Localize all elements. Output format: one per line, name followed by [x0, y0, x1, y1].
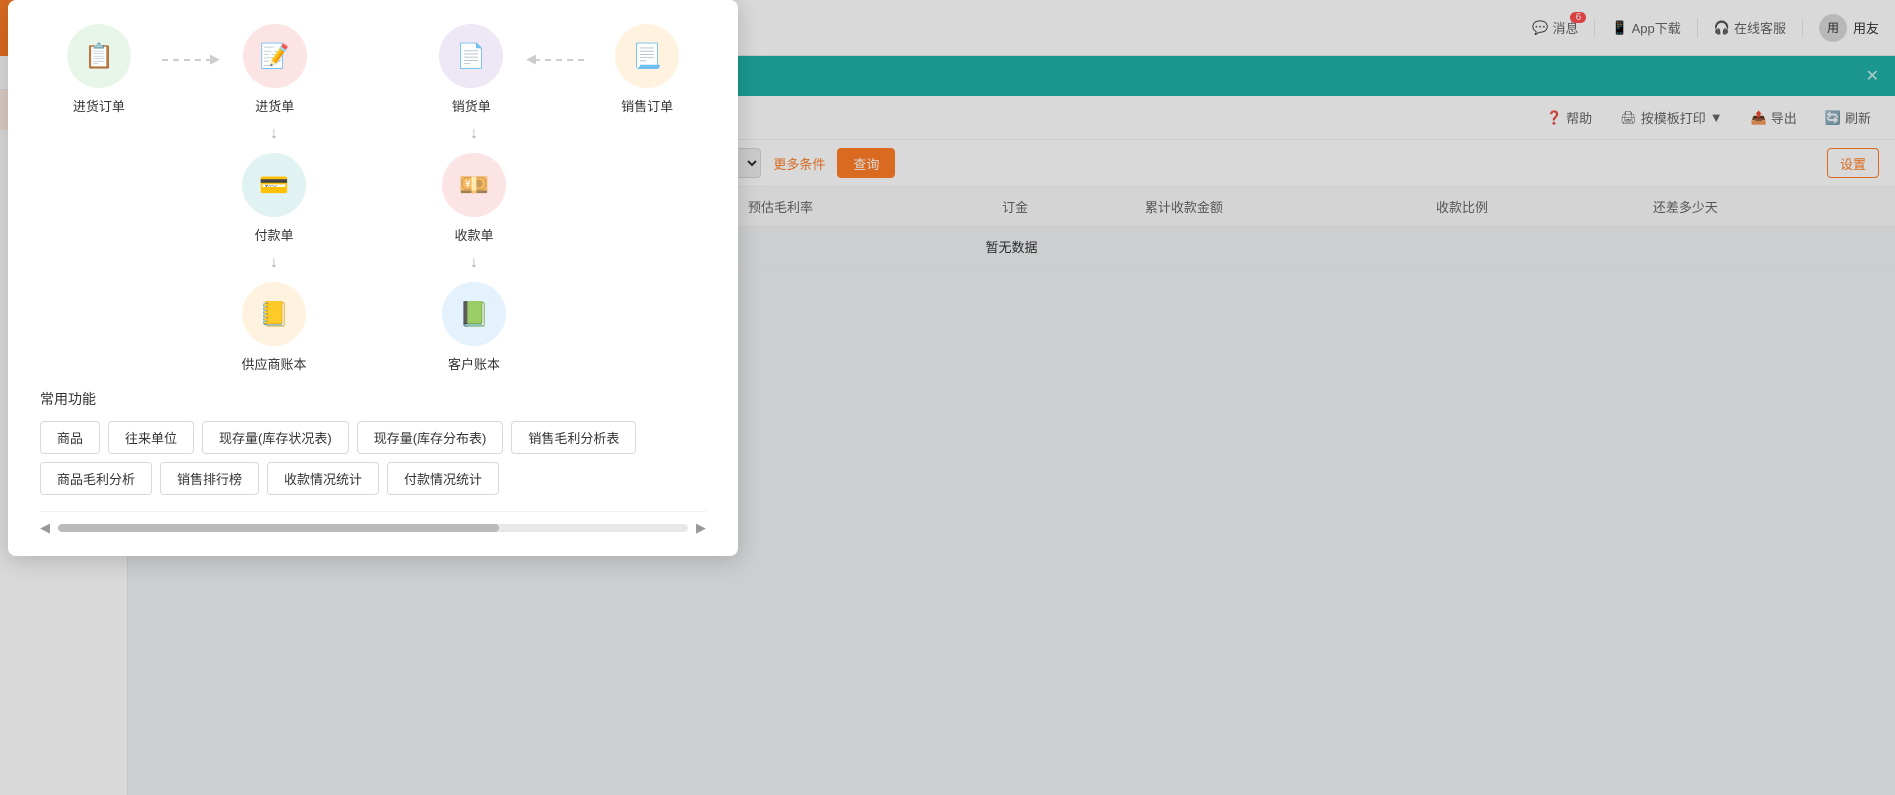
flow-popup: 📋 进货订单 ▶ 📝 进货单 [128, 96, 738, 556]
scroll-right-btn[interactable]: ▶ [696, 520, 706, 536]
sales-bill-label: 销货单 [452, 96, 491, 115]
function-buttons: 商品 往来单位 现存量(库存状况表) 现存量(库存分布表) 销售毛利分析表 商品… [128, 421, 706, 495]
content-wrapper: ❓ 帮助 🖨 按模板打印 ▼ 📤 导出 🔄 刷新 [128, 96, 1895, 795]
func-btn-sales-margin[interactable]: 销售毛利分析表 [511, 421, 636, 454]
flow-node-sales-bill[interactable]: 📄 销货单 [412, 96, 530, 115]
func-btn-partner[interactable]: 往来单位 [128, 421, 194, 454]
func-btn-sales-rank[interactable]: 销售排行榜 [160, 462, 259, 495]
flow-node-receipt[interactable]: ↓ 💴 收款单 [414, 123, 534, 244]
func-btn-product-margin[interactable]: 商品毛利分析 [128, 462, 152, 495]
func-btn-stock-status[interactable]: 现存量(库存状况表) [202, 421, 349, 454]
receipt-icon: 💴 [442, 153, 506, 217]
supplier-ledger-label: 供应商账本 [241, 354, 306, 373]
common-title: 常用功能 [128, 389, 706, 409]
down-arrow-customer: ↓ [442, 254, 506, 272]
func-btn-payment-stats[interactable]: 付款情况统计 [387, 462, 499, 495]
flow-node-payment[interactable]: ↓ 💳 付款单 [214, 123, 334, 244]
scroll-area: ◀ ▶ [128, 511, 706, 536]
flow-node-purchase-bill[interactable]: 📝 进货单 [216, 96, 334, 115]
sales-order-label: 销售订单 [621, 96, 673, 115]
payment-icon: 💳 [242, 153, 306, 217]
func-btn-receipt-stats[interactable]: 收款情况统计 [267, 462, 379, 495]
purchase-bill-label: 进货单 [255, 96, 294, 115]
common-functions: 常用功能 商品 往来单位 现存量(库存状况表) 现存量(库存分布表) 销售毛利分… [128, 389, 706, 495]
down-arrow-payment: ↓ [242, 125, 306, 143]
flow-popup-overlay[interactable]: 📋 进货订单 ▶ 📝 进货单 [128, 96, 1895, 795]
customer-ledger-icon: 📗 [442, 282, 506, 346]
down-arrow-receipt: ↓ [442, 125, 506, 143]
receipt-label: 收款单 [454, 225, 493, 244]
payment-label: 付款单 [254, 225, 293, 244]
supplier-ledger-icon: 📒 [242, 282, 306, 346]
scrollbar-track[interactable] [128, 524, 688, 532]
flow-node-customer-ledger[interactable]: ↓ 📗 客户账本 [414, 252, 534, 373]
flow-node-supplier-ledger[interactable]: ↓ 📒 供应商账本 [214, 252, 334, 373]
flow-node-purchase-order[interactable]: 📋 进货订单 [128, 96, 158, 115]
func-btn-stock-dist[interactable]: 现存量(库存分布表) [357, 421, 504, 454]
flow-node-sales-order[interactable]: 📃 销售订单 [588, 96, 706, 115]
main-area: 装备及固定资产辅助管理系统 ▼ ⚙ 体验行业方案 💬 消息 6 📱 App下载 … [128, 0, 1895, 795]
customer-ledger-label: 客户账本 [448, 354, 500, 373]
down-arrow-supplier: ↓ [242, 254, 306, 272]
